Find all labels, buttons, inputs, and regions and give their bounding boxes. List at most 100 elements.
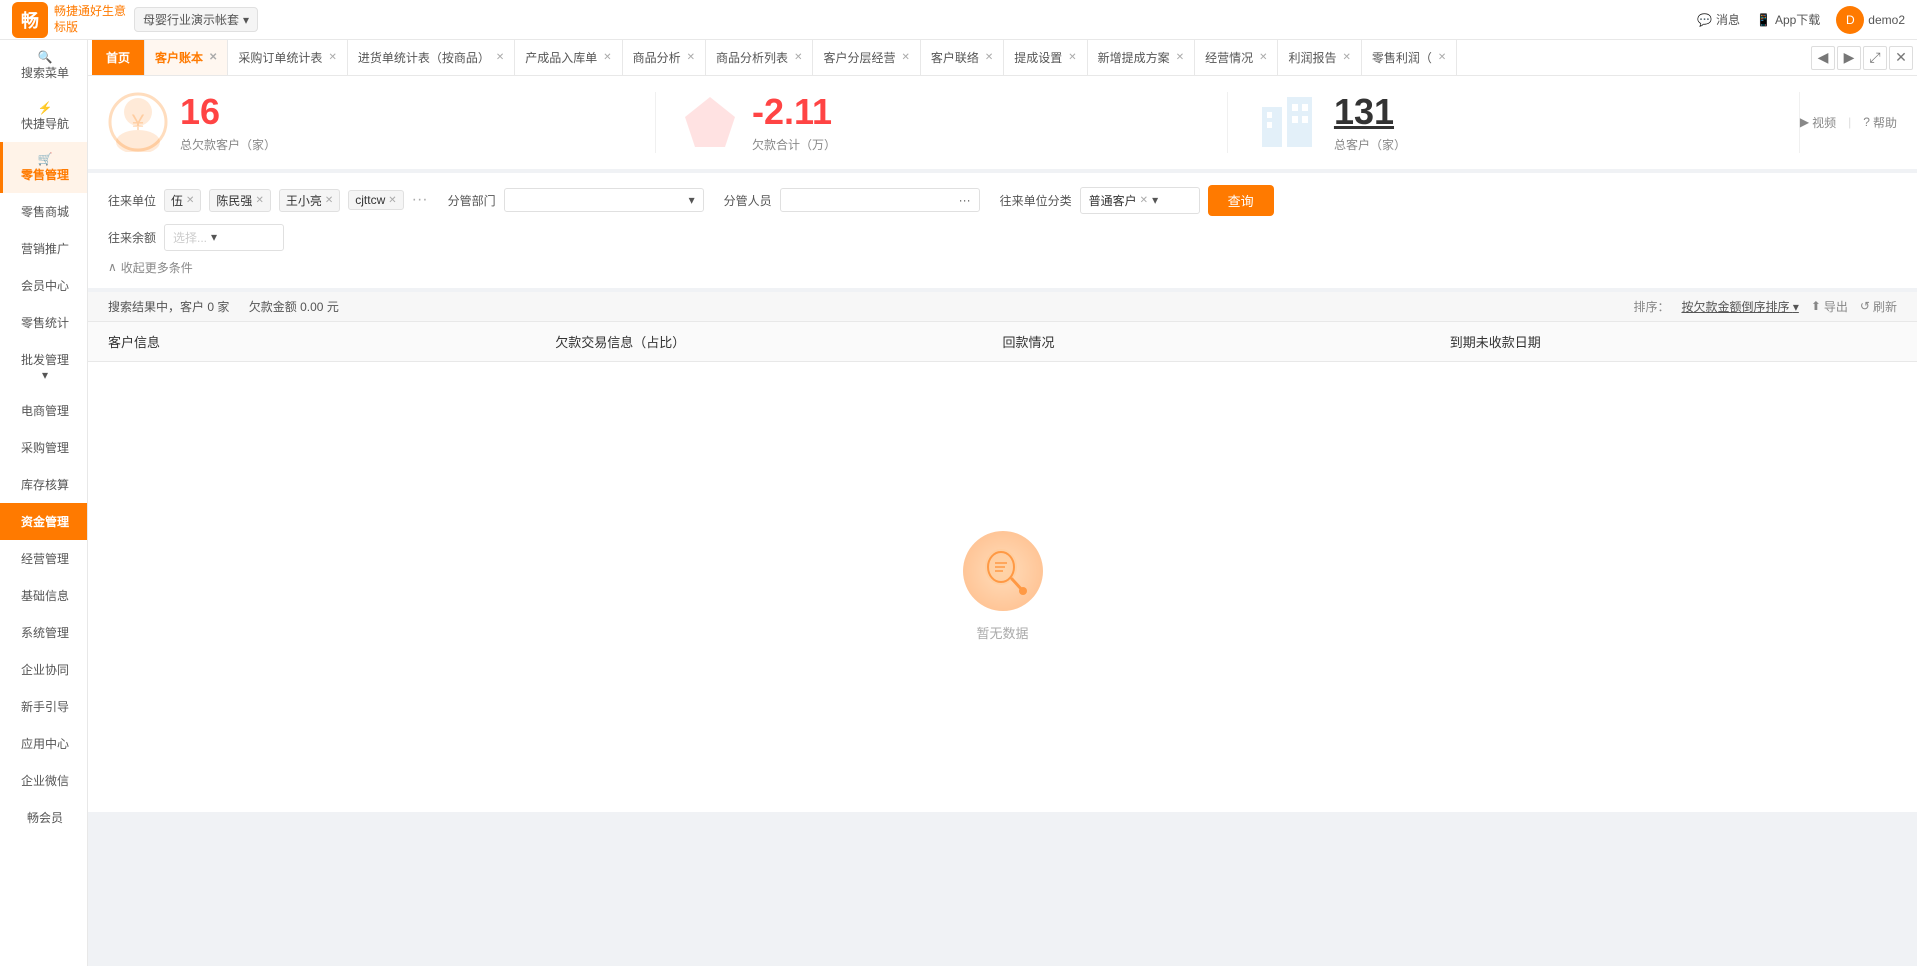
avatar: D bbox=[1836, 6, 1864, 34]
stats-row: ¥ 16 总欠款客户（家） -2 bbox=[88, 76, 1917, 169]
user-menu[interactable]: D demo2 bbox=[1836, 6, 1905, 34]
sidebar-item-app-center[interactable]: 应用中心 bbox=[0, 725, 87, 762]
tab-close-operation-status[interactable]: ✕ bbox=[1259, 52, 1267, 63]
sidebar-item-inventory[interactable]: 库存核算 bbox=[0, 466, 87, 503]
refresh-icon: ↺ bbox=[1860, 299, 1870, 313]
tab-close-customer-segment[interactable]: ✕ bbox=[901, 52, 909, 63]
sidebar-item-enterprise-wechat[interactable]: 企业微信 bbox=[0, 762, 87, 799]
tab-close-retail-profit[interactable]: ✕ bbox=[1438, 52, 1446, 63]
tab-close-product-analysis-list[interactable]: ✕ bbox=[794, 52, 802, 63]
tab-purchase-stat[interactable]: 进货单统计表（按商品） ✕ bbox=[348, 40, 515, 76]
stat-overdue-amount: -2.11 欠款合计（万） bbox=[656, 92, 1228, 153]
org-selector[interactable]: 母婴行业演示帐套 ▾ bbox=[134, 7, 258, 32]
stat-icon-building bbox=[1252, 92, 1322, 152]
help-link[interactable]: ? 帮助 bbox=[1863, 114, 1897, 131]
remove-class-button[interactable]: ✕ bbox=[1140, 195, 1148, 206]
balance-select[interactable]: 选择... ▾ bbox=[164, 224, 284, 251]
sidebar-item-vip-member[interactable]: 畅会员 bbox=[0, 799, 87, 836]
tab-operation-status[interactable]: 经营情况 ✕ bbox=[1195, 40, 1278, 76]
export-button[interactable]: ⬆ 导出 bbox=[1811, 298, 1848, 315]
tab-close-customer-contact[interactable]: ✕ bbox=[985, 52, 993, 63]
tab-customer-contact[interactable]: 客户联络 ✕ bbox=[921, 40, 1004, 76]
tab-purchase-order[interactable]: 采购订单统计表 ✕ bbox=[228, 40, 347, 76]
tab-prev-button[interactable]: ◀ bbox=[1811, 46, 1835, 70]
col-payment: 回款情况 bbox=[1003, 332, 1450, 351]
message-button[interactable]: 💬 消息 bbox=[1697, 11, 1740, 28]
sort-select[interactable]: 按欠款金额倒序排序 ▾ bbox=[1681, 298, 1798, 315]
video-icon: ▶ bbox=[1800, 115, 1809, 129]
sidebar-item-system[interactable]: 系统管理 bbox=[0, 614, 87, 651]
sidebar-item-enterprise-collab[interactable]: 企业协同 bbox=[0, 651, 87, 688]
export-icon: ⬆ bbox=[1811, 299, 1821, 313]
tab-close-purchase-stat[interactable]: ✕ bbox=[496, 52, 504, 63]
tab-close-profit-report[interactable]: ✕ bbox=[1343, 52, 1351, 63]
tab-close-raise-settings[interactable]: ✕ bbox=[1068, 52, 1076, 63]
tab-close-product-analysis[interactable]: ✕ bbox=[687, 52, 695, 63]
svg-text:¥: ¥ bbox=[131, 110, 145, 135]
sidebar-item-member-center[interactable]: 会员中心 bbox=[0, 267, 87, 304]
remove-unit-3-button[interactable]: ✕ bbox=[325, 195, 333, 206]
tab-customer-segment[interactable]: 客户分层经营 ✕ bbox=[813, 40, 920, 76]
sidebar-item-search-menu[interactable]: 🔍 搜索菜单 bbox=[0, 40, 87, 91]
refresh-button[interactable]: ↺ 刷新 bbox=[1860, 298, 1897, 315]
empty-icon bbox=[973, 541, 1033, 601]
sidebar-item-new-guide[interactable]: 新手引导 bbox=[0, 688, 87, 725]
table-header: 客户信息 欠款交易信息（占比） 回款情况 到期未收款日期 bbox=[88, 322, 1917, 362]
tab-close-cost-in[interactable]: ✕ bbox=[603, 52, 611, 63]
tab-product-analysis-list[interactable]: 商品分析列表 ✕ bbox=[706, 40, 813, 76]
stat-icon-diamond bbox=[680, 92, 740, 152]
content-area: 首页 客户账本 ✕ 采购订单统计表 ✕ 进货单统计表（按商品） ✕ 产成品入库单… bbox=[88, 40, 1917, 966]
query-button[interactable]: 查询 bbox=[1208, 185, 1274, 216]
sidebar-item-ecommerce[interactable]: 电商管理 bbox=[0, 392, 87, 429]
tab-raise-settings[interactable]: 提成设置 ✕ bbox=[1004, 40, 1087, 76]
remove-unit-4-button[interactable]: ✕ bbox=[388, 195, 396, 206]
sidebar-item-quick-nav[interactable]: ⚡ 快捷导航 bbox=[0, 91, 87, 142]
tab-product-analysis[interactable]: 商品分析 ✕ bbox=[623, 40, 706, 76]
sidebar-item-retail-stats[interactable]: 零售统计 bbox=[0, 304, 87, 341]
unit-class-select[interactable]: 普通客户 ✕ ▾ bbox=[1080, 187, 1200, 214]
sidebar-item-wholesale-mgmt[interactable]: 批发管理 ▾ bbox=[0, 341, 87, 392]
filter-area: 往来单位 伍 ✕ 陈民强 ✕ 王小亮 ✕ cjttcw ✕ ··· 分管部门 bbox=[88, 173, 1917, 288]
tab-maximize-button[interactable]: ⤢ bbox=[1863, 46, 1887, 70]
more-units-button[interactable]: ··· bbox=[412, 191, 428, 209]
tab-close-new-raise-plan[interactable]: ✕ bbox=[1176, 52, 1184, 63]
sidebar-item-purchase[interactable]: 采购管理 bbox=[0, 429, 87, 466]
stat-overdue-amount-value: -2.11 欠款合计（万） bbox=[752, 92, 836, 153]
tab-new-raise-plan[interactable]: 新增提成方案 ✕ bbox=[1088, 40, 1195, 76]
tab-retail-profit[interactable]: 零售利润（ ✕ bbox=[1362, 40, 1457, 76]
tab-next-button[interactable]: ▶ bbox=[1837, 46, 1861, 70]
sidebar-item-operation[interactable]: 经营管理 bbox=[0, 540, 87, 577]
retail-icon: 🛒 bbox=[9, 152, 81, 166]
remove-unit-1-button[interactable]: ✕ bbox=[186, 195, 194, 206]
filter-tag-unit-1: 伍 ✕ bbox=[164, 189, 201, 212]
video-link[interactable]: ▶ 视频 bbox=[1800, 114, 1836, 131]
tab-profit-report[interactable]: 利润报告 ✕ bbox=[1278, 40, 1361, 76]
tab-cost-in[interactable]: 产成品入库单 ✕ bbox=[515, 40, 622, 76]
tab-close-customer-account[interactable]: ✕ bbox=[209, 52, 217, 63]
logo-text: 畅捷通好生意 标版 bbox=[54, 4, 126, 35]
sidebar-item-finance[interactable]: 资金管理 bbox=[0, 503, 87, 540]
remove-unit-2-button[interactable]: ✕ bbox=[255, 195, 263, 206]
chevron-down-icon: ▾ bbox=[689, 193, 695, 207]
tab-home[interactable]: 首页 bbox=[92, 40, 145, 76]
chevron-down-icon: ▾ bbox=[1152, 193, 1158, 207]
collapse-area: ∧ 收起更多条件 bbox=[108, 259, 1897, 276]
sidebar-item-marketing[interactable]: 营销推广 bbox=[0, 230, 87, 267]
help-icon: ? bbox=[1863, 115, 1870, 129]
app-download-button[interactable]: 📱 App下载 bbox=[1756, 11, 1820, 28]
logo-area: 畅 畅捷通好生意 标版 bbox=[12, 2, 126, 38]
top-bar-left: 畅 畅捷通好生意 标版 母婴行业演示帐套 ▾ bbox=[12, 2, 258, 38]
collapse-button[interactable]: ∧ 收起更多条件 bbox=[108, 259, 1897, 276]
dept-select[interactable]: ▾ bbox=[504, 188, 704, 212]
sidebar-item-basic-info[interactable]: 基础信息 bbox=[0, 577, 87, 614]
tab-close-all-button[interactable]: ✕ bbox=[1889, 46, 1913, 70]
sidebar-item-retail-mall[interactable]: 零售商城 bbox=[0, 193, 87, 230]
sidebar-item-retail-mgmt[interactable]: 🛒 零售管理 bbox=[0, 142, 87, 193]
empty-illustration bbox=[963, 531, 1043, 611]
filter-row-2: 往来余额 选择... ▾ bbox=[108, 224, 1897, 251]
tab-close-purchase-order[interactable]: ✕ bbox=[328, 52, 336, 63]
sidebar: 🔍 搜索菜单 ⚡ 快捷导航 🛒 零售管理 零售商城 营销推广 会员中心 零售统计… bbox=[0, 40, 88, 966]
filter-tag-unit-3: 王小亮 ✕ bbox=[279, 189, 340, 212]
tab-customer-account[interactable]: 客户账本 ✕ bbox=[145, 40, 228, 76]
person-select[interactable]: ··· bbox=[780, 188, 980, 212]
